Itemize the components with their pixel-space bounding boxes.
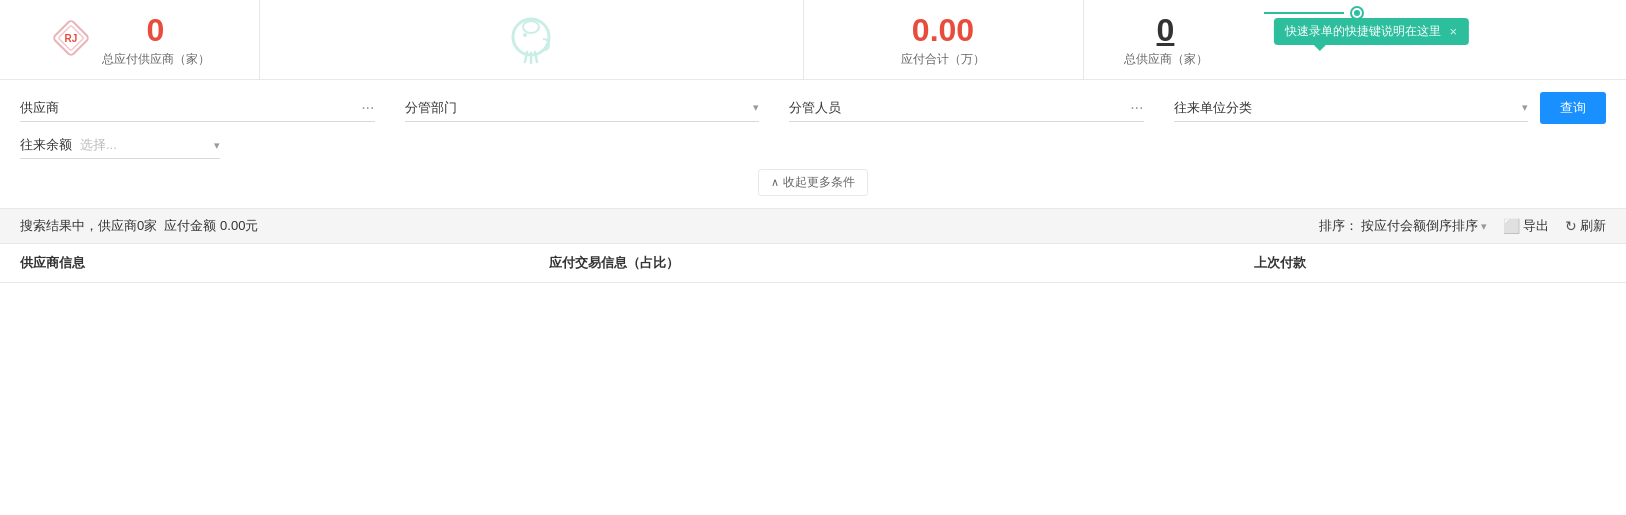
search-prefix: 搜索结果中，: [20, 218, 98, 233]
dept-arrow-icon: ▾: [753, 101, 759, 114]
total-suppliers-number: 0: [1157, 11, 1175, 49]
results-bar: 搜索结果中，供应商0家 应付金额 0.00元 排序： 按应付会额倒序排序 ▾ ⬜…: [0, 209, 1626, 244]
balance-label: 往来余额: [20, 136, 72, 154]
balance-arrow-icon: ▾: [214, 139, 220, 152]
export-button[interactable]: ⬜ 导出: [1503, 217, 1549, 235]
person-label: 分管人员: [789, 99, 841, 117]
supplier-label: 供应商: [20, 99, 70, 117]
svg-point-5: [523, 33, 527, 37]
results-info: 搜索结果中，供应商0家 应付金额 0.00元: [20, 217, 258, 235]
dept-filter: 分管部门 ▾: [405, 95, 760, 122]
sort-option-label: 按应付会额倒序排序: [1361, 217, 1478, 235]
tooltip-text: 快速录单的快捷键说明在这里: [1285, 23, 1441, 40]
sort-arrow-icon: ▾: [1481, 220, 1487, 233]
unit-class-label: 往来单位分类: [1174, 99, 1252, 117]
amount-label: 应付金额 0.00元: [164, 218, 258, 233]
unit-class-filter: 往来单位分类 ▾: [1174, 95, 1529, 122]
table-body: [0, 283, 1626, 515]
tooltip-line: [1264, 12, 1344, 14]
stats-bar: RJ 0 总应付供应商（家） 0.00 应付合计（万） 0 总供应商（: [0, 0, 1626, 80]
query-button[interactable]: 查询: [1540, 92, 1606, 124]
sort-label: 排序：: [1319, 217, 1358, 235]
payable-total-label: 应付合计（万）: [901, 51, 985, 68]
total-payable-suppliers-label: 总应付供应商（家）: [102, 51, 210, 68]
total-suppliers-label: 总供应商（家）: [1124, 51, 1208, 68]
collapse-label: 收起更多条件: [783, 174, 855, 191]
piggy-bank-icon: [499, 7, 564, 72]
table-area: 供应商信息 应付交易信息（占比） 上次付款: [0, 244, 1626, 515]
supplier-more-icon[interactable]: ···: [361, 99, 374, 117]
collapse-button[interactable]: ∧ 收起更多条件: [758, 169, 868, 196]
total-suppliers-section: 0 总供应商（家） 快速录单的快捷键说明在这里 ×: [1084, 0, 1627, 79]
supplier-input[interactable]: [78, 100, 357, 115]
unit-class-input[interactable]: [1260, 100, 1519, 115]
dept-label: 分管部门: [405, 99, 457, 117]
filter-row-2: 往来余额 选择... ▾: [20, 132, 1606, 159]
shortcut-tooltip: 快速录单的快捷键说明在这里 ×: [1264, 8, 1362, 18]
svg-point-3: [513, 19, 549, 55]
tooltip-close-button[interactable]: ×: [1449, 24, 1457, 39]
svg-text:RJ: RJ: [64, 33, 77, 44]
person-input[interactable]: [849, 100, 1126, 115]
refresh-label: 刷新: [1580, 217, 1606, 235]
supplier-count: 供应商0家: [98, 218, 157, 233]
table-col-transaction-info: 应付交易信息（占比）: [549, 254, 1254, 272]
balance-placeholder: 选择...: [80, 136, 210, 154]
refresh-button[interactable]: ↻ 刷新: [1565, 217, 1606, 235]
filter-row-1: 供应商 ··· 分管部门 ▾ 分管人员 ··· 往来单位分类 ▾ 查询: [20, 92, 1606, 124]
sort-selector[interactable]: 排序： 按应付会额倒序排序 ▾: [1319, 217, 1487, 235]
diamond-logo-icon: RJ: [50, 17, 92, 62]
piggy-icon-area: [260, 0, 804, 79]
export-icon: ⬜: [1503, 218, 1520, 234]
table-col-supplier-info: 供应商信息: [20, 254, 549, 272]
tooltip-bubble: 快速录单的快捷键说明在这里 ×: [1273, 18, 1469, 45]
tooltip-dot: [1352, 8, 1362, 18]
table-header: 供应商信息 应付交易信息（占比） 上次付款: [0, 244, 1626, 283]
collapse-up-icon: ∧: [771, 176, 779, 189]
table-col-last-payment: 上次付款: [1254, 254, 1606, 272]
total-suppliers-stat: 0 总供应商（家）: [1084, 1, 1248, 78]
payable-total-number: 0.00: [912, 11, 974, 49]
dept-input[interactable]: [465, 100, 750, 115]
total-payable-suppliers-number: 0: [147, 11, 165, 49]
balance-filter: 往来余额 选择... ▾: [20, 132, 220, 159]
total-payable-suppliers-stat: RJ 0 总应付供应商（家）: [0, 0, 260, 79]
svg-point-4: [523, 21, 539, 33]
person-more-icon[interactable]: ···: [1130, 99, 1143, 117]
supplier-filter: 供应商 ···: [20, 95, 375, 122]
unit-class-arrow-icon: ▾: [1522, 101, 1528, 114]
person-filter: 分管人员 ···: [789, 95, 1144, 122]
payable-total-stat: 0.00 应付合计（万）: [804, 0, 1084, 79]
refresh-icon: ↻: [1565, 218, 1577, 234]
filter-area: 供应商 ··· 分管部门 ▾ 分管人员 ··· 往来单位分类 ▾ 查询 往来余额…: [0, 80, 1626, 209]
export-label: 导出: [1523, 217, 1549, 235]
results-actions: 排序： 按应付会额倒序排序 ▾ ⬜ 导出 ↻ 刷新: [1319, 217, 1606, 235]
